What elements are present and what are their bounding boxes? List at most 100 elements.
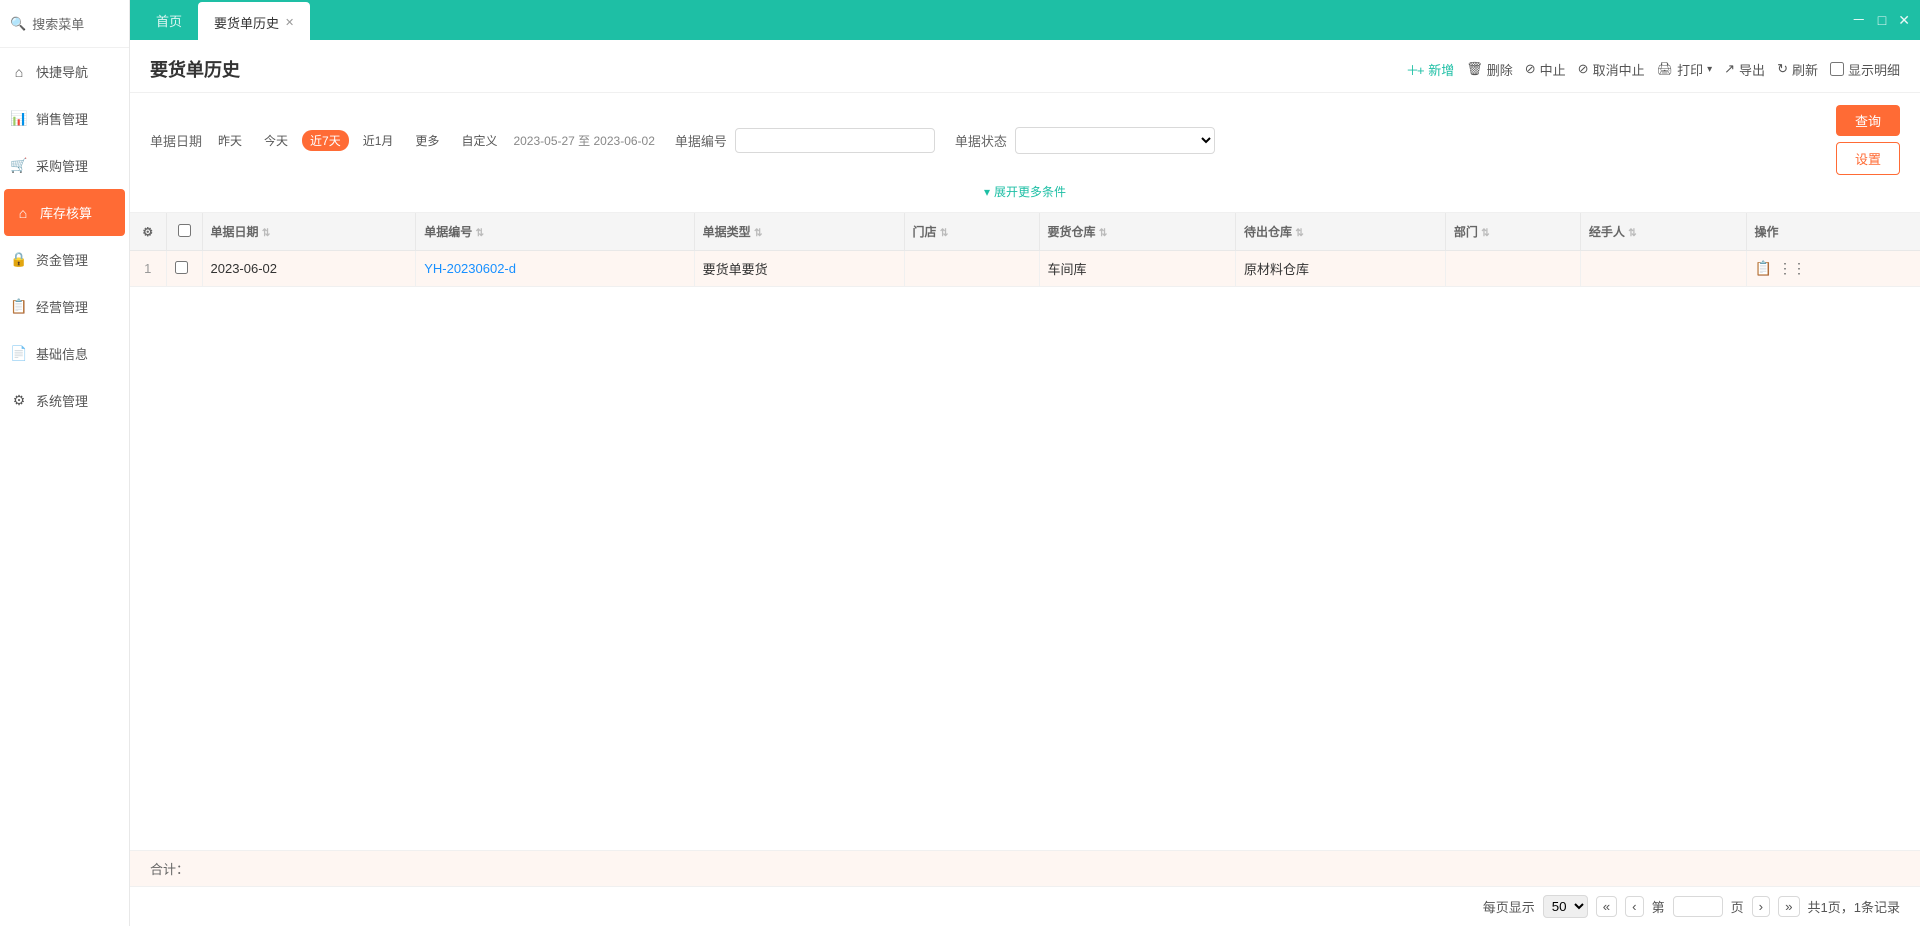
shortcut-today[interactable]: 今天	[256, 130, 296, 151]
row-handler	[1580, 251, 1746, 287]
sidebar-item-base-info[interactable]: 📄 基础信息	[0, 330, 129, 377]
add-button[interactable]: ＋ + 新增	[1406, 60, 1454, 79]
export-icon: ↗	[1724, 61, 1735, 77]
sidebar-item-finance[interactable]: 🔒 资金管理	[0, 236, 129, 283]
sidebar-item-label: 销售管理	[36, 109, 88, 128]
sidebar-item-quick-nav[interactable]: ⌂ 快捷导航	[0, 48, 129, 95]
operations-icon: 📋	[10, 298, 28, 316]
more-icon[interactable]: ⋮⋮	[1778, 260, 1806, 277]
sort-icon: ⇅	[940, 228, 948, 239]
page-suffix: 页	[1731, 897, 1744, 916]
sidebar-item-label: 经营管理	[36, 297, 88, 316]
shortcut-more[interactable]: 更多	[407, 130, 447, 151]
chart-icon: 📊	[10, 110, 28, 128]
row-num: 1	[130, 251, 166, 287]
sidebar-item-purchase[interactable]: 🛒 采购管理	[0, 142, 129, 189]
row-doc-date: 2023-06-02	[202, 251, 416, 287]
display-cells-toggle[interactable]: 显示明细	[1830, 60, 1900, 79]
doc-date-label: 单据日期	[150, 131, 202, 150]
expand-more-button[interactable]: ▾ 展开更多条件	[984, 183, 1066, 200]
tab-home[interactable]: 首页	[140, 0, 198, 40]
th-req-warehouse[interactable]: 要货仓库 ⇅	[1039, 213, 1235, 251]
date-shortcuts: 昨天 今天 近7天 近1月 更多 自定义	[210, 130, 505, 151]
close-button[interactable]: ✕	[1898, 12, 1910, 29]
export-button[interactable]: ↗ 导出	[1724, 60, 1765, 79]
page-number-input[interactable]: 1	[1673, 896, 1723, 917]
doc-icon: 📄	[10, 345, 28, 363]
filter-doc-number: 单据编号	[675, 128, 935, 153]
print-dropdown-icon[interactable]: ▾	[1707, 64, 1712, 75]
total-info: 共1页，1条记录	[1808, 897, 1900, 916]
sidebar-item-sales[interactable]: 📊 销售管理	[0, 95, 129, 142]
th-doc-type[interactable]: 单据类型 ⇅	[694, 213, 904, 251]
page-title: 要货单历史	[150, 56, 240, 82]
sidebar-item-operations[interactable]: 📋 经营管理	[0, 283, 129, 330]
delete-button[interactable]: 🗑 删除	[1466, 60, 1513, 79]
stop-button[interactable]: ⊘ 中止	[1525, 60, 1566, 79]
th-doc-number[interactable]: 单据编号 ⇅	[416, 213, 694, 251]
sort-icon: ⇅	[754, 228, 762, 239]
select-all-checkbox[interactable]	[178, 224, 191, 237]
per-page-select[interactable]: 50	[1543, 895, 1588, 918]
doc-number-link[interactable]: YH-20230602-d	[424, 261, 516, 276]
display-cells-checkbox[interactable]	[1830, 62, 1844, 76]
tab-close-icon[interactable]: ✕	[285, 16, 294, 29]
refresh-icon: ↻	[1777, 61, 1788, 77]
sidebar-item-inventory[interactable]: ⌂ 库存核算	[4, 189, 125, 236]
cancel-stop-icon: ⊘	[1578, 61, 1589, 77]
sidebar-item-label: 系统管理	[36, 391, 88, 410]
sort-icon: ⇅	[1099, 228, 1107, 239]
table-row: 1 2023-06-02 YH-20230602-d 要货单要货	[130, 251, 1920, 287]
op-icons: 📋 ⋮⋮	[1755, 260, 1912, 277]
row-doc-number: YH-20230602-d	[416, 251, 694, 287]
print-button[interactable]: 🖨 打印 ▾	[1657, 60, 1713, 79]
doc-status-select[interactable]	[1015, 127, 1215, 154]
gear-icon: ⚙	[10, 392, 28, 410]
refresh-button[interactable]: ↻ 刷新	[1777, 60, 1818, 79]
sidebar-item-system[interactable]: ⚙ 系统管理	[0, 377, 129, 424]
th-handler[interactable]: 经手人 ⇅	[1580, 213, 1746, 251]
sidebar-item-label: 库存核算	[40, 203, 92, 222]
sidebar-item-label: 基础信息	[36, 344, 88, 363]
chevron-down-icon: ▾	[984, 185, 990, 199]
doc-status-label: 单据状态	[955, 131, 1007, 150]
expand-more-row: ▾ 展开更多条件	[150, 183, 1900, 200]
tab-home-label: 首页	[156, 11, 182, 30]
page-prefix: 第	[1652, 897, 1665, 916]
doc-number-input[interactable]	[735, 128, 935, 153]
last-page-button[interactable]: »	[1778, 896, 1799, 917]
th-department[interactable]: 部门 ⇅	[1445, 213, 1580, 251]
view-icon[interactable]: 📋	[1755, 260, 1772, 277]
shortcut-last7days[interactable]: 近7天	[302, 130, 349, 151]
settings-button[interactable]: 设置	[1836, 142, 1900, 175]
query-button[interactable]: 查询	[1836, 105, 1900, 136]
row-checkbox-cell[interactable]	[166, 251, 202, 287]
settings-icon: ⚙	[142, 225, 153, 239]
total-label: 合计：	[150, 862, 189, 877]
next-page-button[interactable]: ›	[1752, 896, 1770, 917]
tab-requisition-history[interactable]: 要货单历史 ✕	[198, 2, 310, 42]
row-store	[904, 251, 1039, 287]
maximize-button[interactable]: □	[1878, 12, 1886, 28]
cart-icon: 🛒	[10, 157, 28, 175]
search-icon: 🔍	[10, 16, 26, 32]
th-checkbox[interactable]	[166, 213, 202, 251]
minimize-button[interactable]: －	[1852, 10, 1866, 30]
row-department	[1445, 251, 1580, 287]
th-settings[interactable]: ⚙	[130, 213, 166, 251]
sort-icon: ⇅	[1481, 228, 1489, 239]
sidebar-search[interactable]: 🔍 搜索菜单	[0, 0, 129, 48]
row-checkbox[interactable]	[175, 261, 188, 274]
row-operations: 📋 ⋮⋮	[1746, 251, 1920, 287]
shortcut-custom[interactable]: 自定义	[453, 130, 505, 151]
shortcut-last-month[interactable]: 近1月	[355, 130, 402, 151]
delete-icon: 🗑	[1466, 61, 1483, 77]
th-doc-date[interactable]: 单据日期 ⇅	[202, 213, 416, 251]
first-page-button[interactable]: «	[1596, 896, 1617, 917]
cancel-stop-button[interactable]: ⊘ 取消中止	[1578, 60, 1645, 79]
th-store[interactable]: 门店 ⇅	[904, 213, 1039, 251]
th-pending-warehouse[interactable]: 待出仓库 ⇅	[1235, 213, 1445, 251]
prev-page-button[interactable]: ‹	[1625, 896, 1643, 917]
shortcut-yesterday[interactable]: 昨天	[210, 130, 250, 151]
table-container: ⚙ 单据日期 ⇅ 单据编号 ⇅	[130, 213, 1920, 850]
